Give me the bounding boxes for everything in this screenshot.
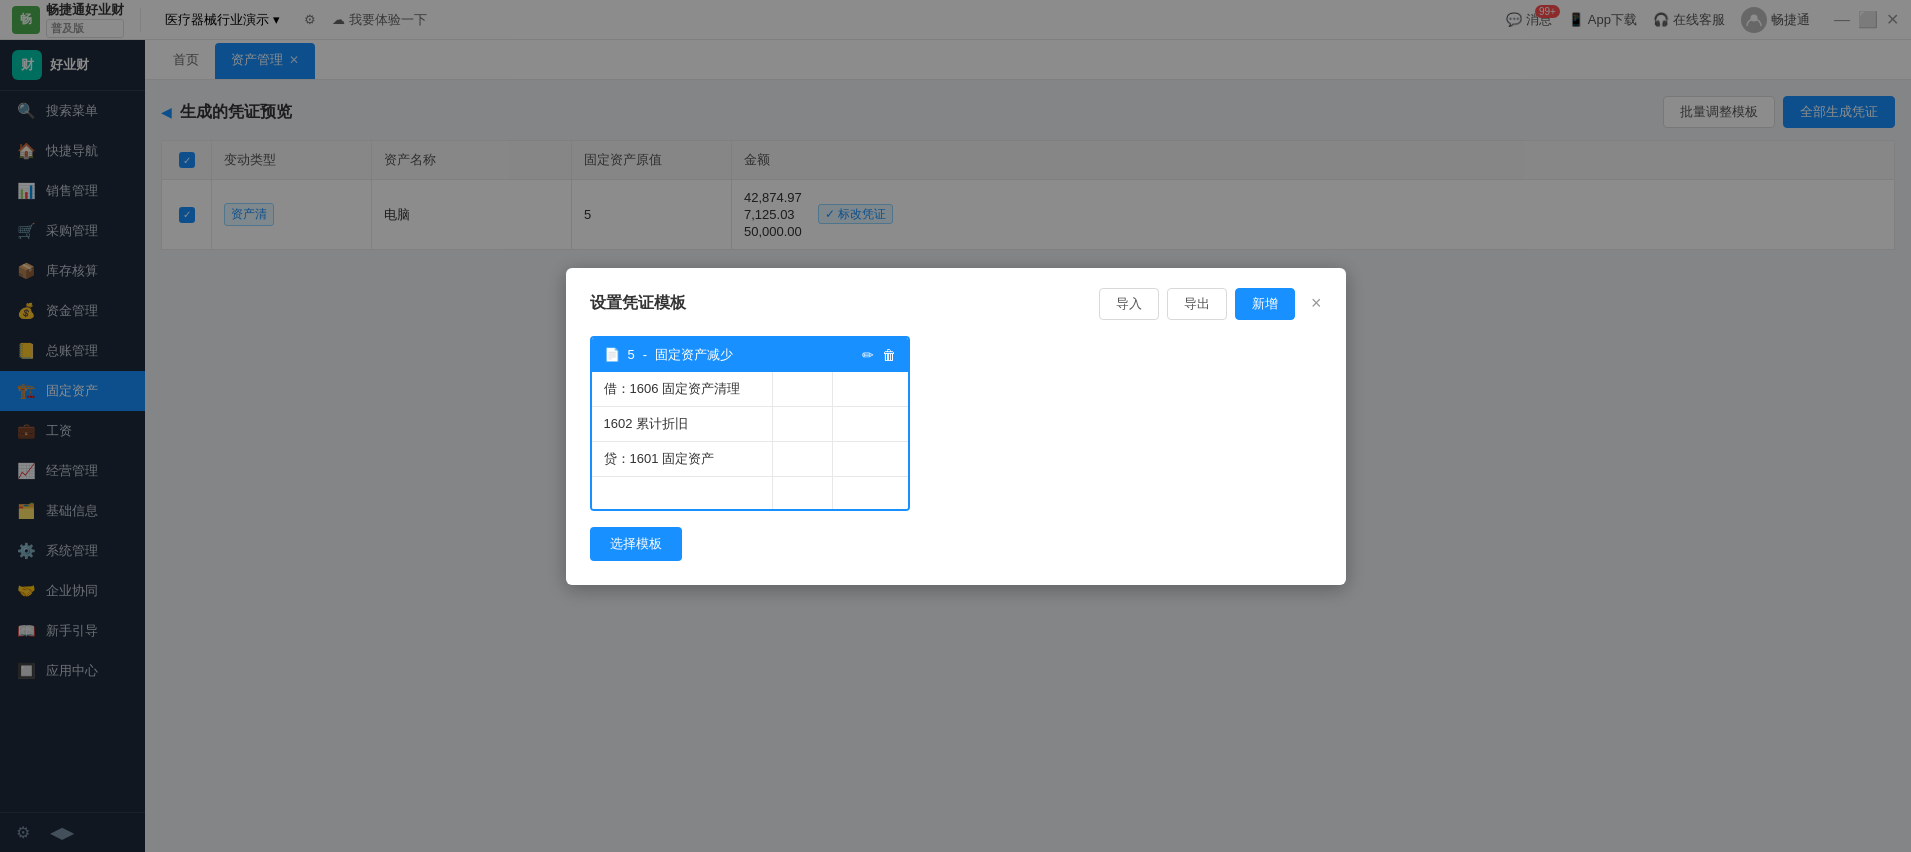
template-edit-icon[interactable]: ✏ xyxy=(862,347,874,363)
template-row-0: 借：1606 固定资产清理 xyxy=(592,372,908,407)
template-row-3 xyxy=(592,477,908,509)
template-delete-icon[interactable]: 🗑 xyxy=(882,347,896,363)
dialog-title: 设置凭证模板 xyxy=(590,293,686,314)
template-separator: - xyxy=(643,347,647,362)
template-name: 固定资产减少 xyxy=(655,346,733,364)
template-row-2: 贷：1601 固定资产 xyxy=(592,442,908,477)
template-row-1: 1602 累计折旧 xyxy=(592,407,908,442)
dialog-close-icon[interactable]: × xyxy=(1311,293,1322,314)
template-id: 5 xyxy=(628,347,635,362)
export-button[interactable]: 导出 xyxy=(1167,288,1227,320)
template-card: 📄 5 - 固定资产减少 ✏ 🗑 xyxy=(590,336,910,511)
select-template-button[interactable]: 选择模板 xyxy=(590,527,682,561)
template-doc-icon: 📄 xyxy=(604,347,620,362)
dialog-overlay: 设置凭证模板 导入 导出 新增 × xyxy=(145,40,1911,852)
dialog-set-template: 设置凭证模板 导入 导出 新增 × xyxy=(566,268,1346,585)
import-button[interactable]: 导入 xyxy=(1099,288,1159,320)
new-button[interactable]: 新增 xyxy=(1235,288,1295,320)
